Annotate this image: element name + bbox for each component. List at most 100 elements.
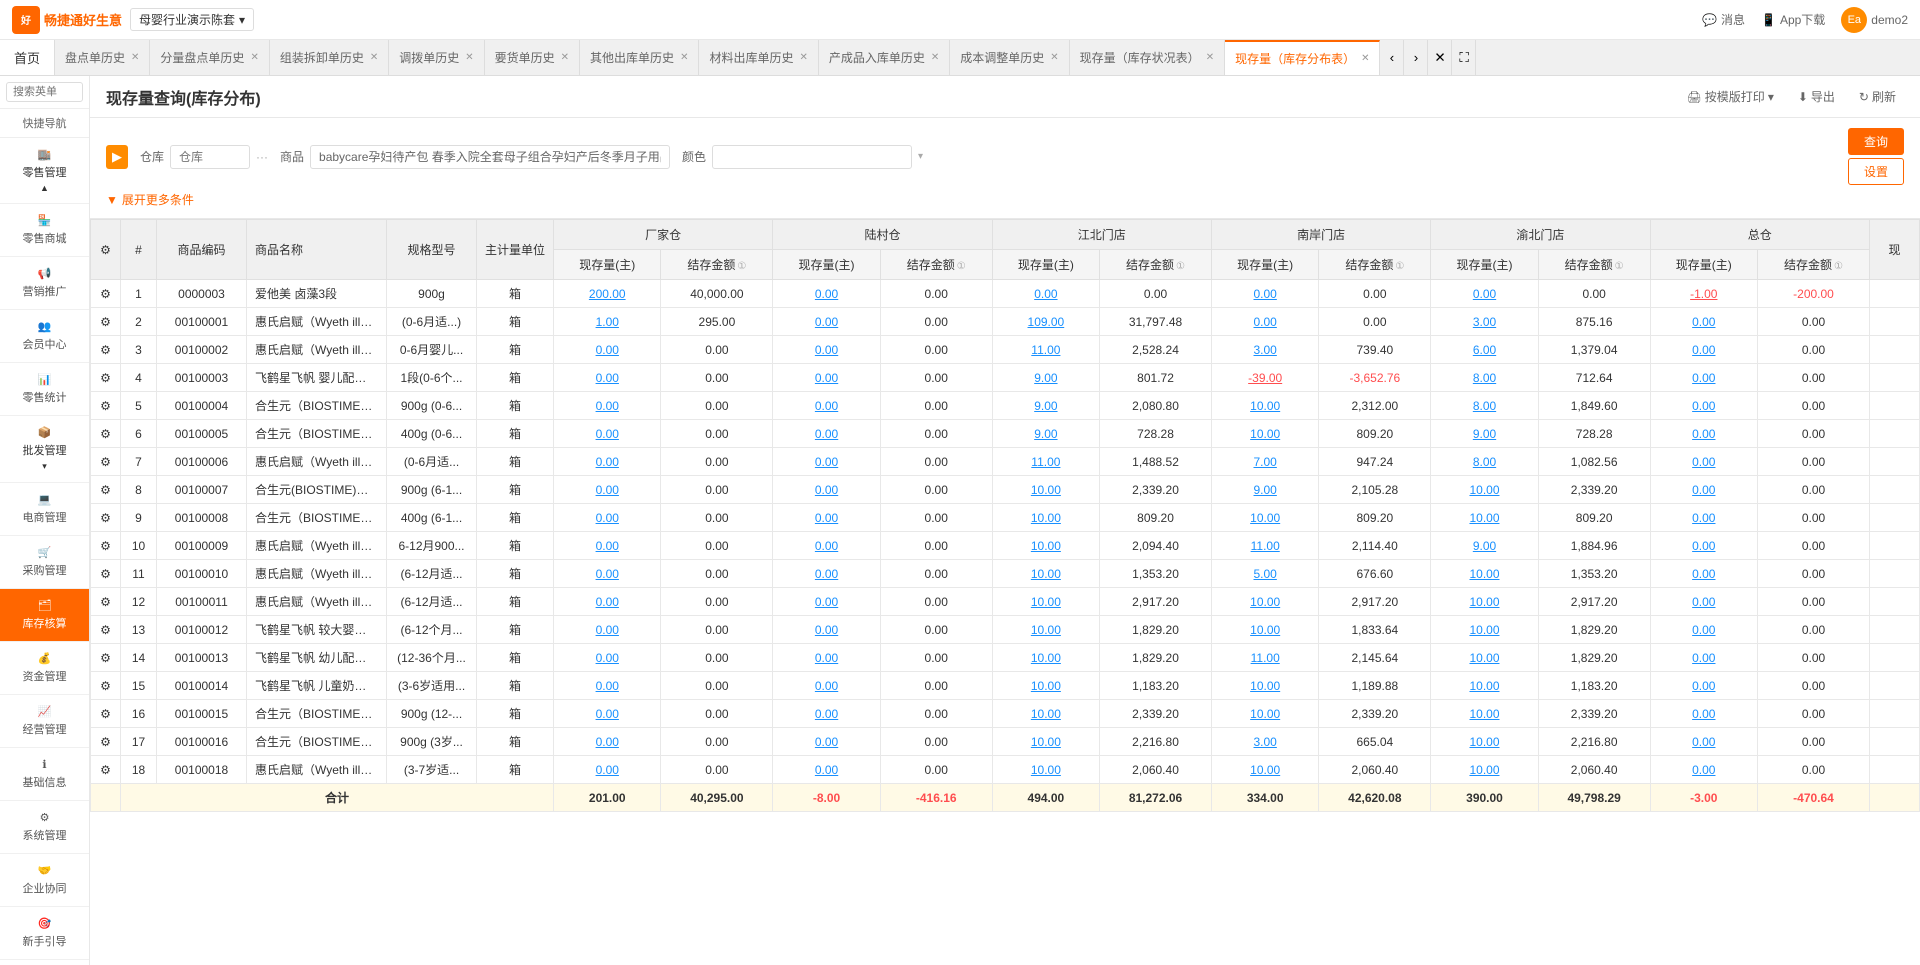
tab-10[interactable]: 现存量（库存状况表） ✕ — [1070, 40, 1225, 76]
row-total-qty[interactable]: 0.00 — [1650, 728, 1757, 756]
tab-11-active[interactable]: 现存量（库存分布表） ✕ — [1225, 40, 1380, 76]
row-na-qty[interactable]: 10.00 — [1211, 700, 1318, 728]
row-jb-qty[interactable]: 10.00 — [992, 616, 1099, 644]
setting-btn[interactable]: 设置 — [1848, 158, 1904, 185]
tab-10-close[interactable]: ✕ — [1206, 52, 1214, 63]
row-jb-qty[interactable]: 10.00 — [992, 756, 1099, 784]
tab-2[interactable]: 分量盘点单历史 ✕ — [150, 40, 269, 76]
industry-select[interactable]: 母婴行业演示陈套 ▾ — [130, 8, 254, 31]
row-cf-qty[interactable]: 0.00 — [554, 672, 661, 700]
row-jb-qty[interactable]: 11.00 — [992, 448, 1099, 476]
row-jb-qty[interactable]: 10.00 — [992, 504, 1099, 532]
row-yb-qty[interactable]: 3.00 — [1431, 308, 1538, 336]
row-settings[interactable]: ⚙ — [91, 756, 121, 784]
tab-expand-btn[interactable]: ⛶ — [1452, 40, 1476, 76]
row-total-qty[interactable]: 0.00 — [1650, 644, 1757, 672]
user-area[interactable]: Ea demo2 — [1841, 7, 1908, 33]
tab-3[interactable]: 组装拆卸单历史 ✕ — [270, 40, 389, 76]
tab-9[interactable]: 成本调整单历史 ✕ — [950, 40, 1069, 76]
row-yb-qty[interactable]: 10.00 — [1431, 672, 1538, 700]
row-yb-qty[interactable]: 0.00 — [1431, 280, 1538, 308]
search-input[interactable] — [6, 82, 83, 102]
row-cf-qty[interactable]: 0.00 — [554, 616, 661, 644]
sidebar-item-guide[interactable]: 🎯 新手引导 — [0, 907, 89, 960]
sidebar-item-basic-info[interactable]: ℹ 基础信息 — [0, 748, 89, 801]
row-settings[interactable]: ⚙ — [91, 420, 121, 448]
tab-8[interactable]: 产成品入库单历史 ✕ — [819, 40, 950, 76]
row-lc-qty[interactable]: 0.00 — [773, 420, 880, 448]
tab-6[interactable]: 其他出库单历史 ✕ — [580, 40, 699, 76]
row-settings[interactable]: ⚙ — [91, 588, 121, 616]
row-total-qty[interactable]: 0.00 — [1650, 616, 1757, 644]
row-settings[interactable]: ⚙ — [91, 308, 121, 336]
row-yb-qty[interactable]: 10.00 — [1431, 616, 1538, 644]
row-yb-qty[interactable]: 9.00 — [1431, 420, 1538, 448]
row-cf-qty[interactable]: 0.00 — [554, 560, 661, 588]
row-lc-qty[interactable]: 0.00 — [773, 504, 880, 532]
row-yb-qty[interactable]: 8.00 — [1431, 448, 1538, 476]
tab-4[interactable]: 调拨单历史 ✕ — [389, 40, 484, 76]
sidebar-item-retail-shop[interactable]: 🏪 零售商城 — [0, 204, 89, 257]
row-settings[interactable]: ⚙ — [91, 364, 121, 392]
row-yb-qty[interactable]: 10.00 — [1431, 560, 1538, 588]
row-lc-qty[interactable]: 0.00 — [773, 336, 880, 364]
tab-next-btn[interactable]: › — [1404, 40, 1428, 76]
sidebar-item-collab[interactable]: 🤝 企业协同 — [0, 854, 89, 907]
row-total-qty[interactable]: 0.00 — [1650, 504, 1757, 532]
filter-arrow-btn[interactable]: ▶ — [106, 145, 128, 169]
row-total-qty[interactable]: 0.00 — [1650, 448, 1757, 476]
row-na-qty[interactable]: 11.00 — [1211, 644, 1318, 672]
tab-7-close[interactable]: ✕ — [799, 52, 807, 63]
row-yb-qty[interactable]: 10.00 — [1431, 504, 1538, 532]
row-cf-qty[interactable]: 0.00 — [554, 364, 661, 392]
row-total-qty[interactable]: 0.00 — [1650, 672, 1757, 700]
row-na-qty[interactable]: 10.00 — [1211, 588, 1318, 616]
row-total-qty[interactable]: 0.00 — [1650, 392, 1757, 420]
col-settings-header[interactable]: ⚙ — [91, 220, 121, 280]
row-jb-qty[interactable]: 9.00 — [992, 420, 1099, 448]
sidebar-item-inventory[interactable]: 🗂 库存核算 — [0, 589, 89, 642]
row-cf-qty[interactable]: 0.00 — [554, 644, 661, 672]
sidebar-item-apps[interactable]: ⊞ 应用中心 — [0, 960, 89, 965]
app-download-btn[interactable]: 📱 App下载 — [1761, 11, 1825, 28]
row-lc-qty[interactable]: 0.00 — [773, 448, 880, 476]
row-cf-qty[interactable]: 0.00 — [554, 476, 661, 504]
row-na-qty[interactable]: 10.00 — [1211, 420, 1318, 448]
row-settings[interactable]: ⚙ — [91, 616, 121, 644]
row-cf-qty[interactable]: 0.00 — [554, 420, 661, 448]
row-na-qty[interactable]: 3.00 — [1211, 336, 1318, 364]
row-jb-qty[interactable]: 11.00 — [992, 336, 1099, 364]
warehouse-dots[interactable]: ··· — [256, 150, 268, 164]
expand-more-btn[interactable]: ▼ 展开更多条件 — [106, 191, 1904, 208]
row-jb-qty[interactable]: 10.00 — [992, 700, 1099, 728]
row-settings[interactable]: ⚙ — [91, 448, 121, 476]
row-total-qty[interactable]: 0.00 — [1650, 308, 1757, 336]
sidebar-item-ecommerce[interactable]: 💻 电商管理 — [0, 483, 89, 536]
sidebar-item-member[interactable]: 👥 会员中心 — [0, 310, 89, 363]
row-jb-qty[interactable]: 9.00 — [992, 364, 1099, 392]
row-cf-qty[interactable]: 0.00 — [554, 756, 661, 784]
row-jb-qty[interactable]: 9.00 — [992, 392, 1099, 420]
row-yb-qty[interactable]: 10.00 — [1431, 588, 1538, 616]
row-lc-qty[interactable]: 0.00 — [773, 560, 880, 588]
row-total-qty[interactable]: 0.00 — [1650, 756, 1757, 784]
sidebar-item-finance[interactable]: 💰 资金管理 — [0, 642, 89, 695]
row-na-qty[interactable]: 10.00 — [1211, 392, 1318, 420]
row-jb-qty[interactable]: 10.00 — [992, 476, 1099, 504]
warehouse-input[interactable] — [170, 145, 250, 169]
tab-6-close[interactable]: ✕ — [680, 52, 688, 63]
row-cf-qty[interactable]: 0.00 — [554, 588, 661, 616]
row-total-qty[interactable]: 0.00 — [1650, 532, 1757, 560]
row-na-qty[interactable]: 10.00 — [1211, 672, 1318, 700]
row-settings[interactable]: ⚙ — [91, 280, 121, 308]
row-lc-qty[interactable]: 0.00 — [773, 588, 880, 616]
tab-9-close[interactable]: ✕ — [1050, 52, 1058, 63]
print-btn[interactable]: 🖨 按模版打印 ▾ — [1679, 84, 1782, 109]
row-total-qty[interactable]: 0.00 — [1650, 700, 1757, 728]
tab-8-close[interactable]: ✕ — [931, 52, 939, 63]
row-cf-qty[interactable]: 0.00 — [554, 532, 661, 560]
message-btn[interactable]: 💬 消息 — [1702, 11, 1745, 28]
row-cf-qty[interactable]: 0.00 — [554, 728, 661, 756]
row-settings[interactable]: ⚙ — [91, 532, 121, 560]
row-cf-qty[interactable]: 0.00 — [554, 504, 661, 532]
